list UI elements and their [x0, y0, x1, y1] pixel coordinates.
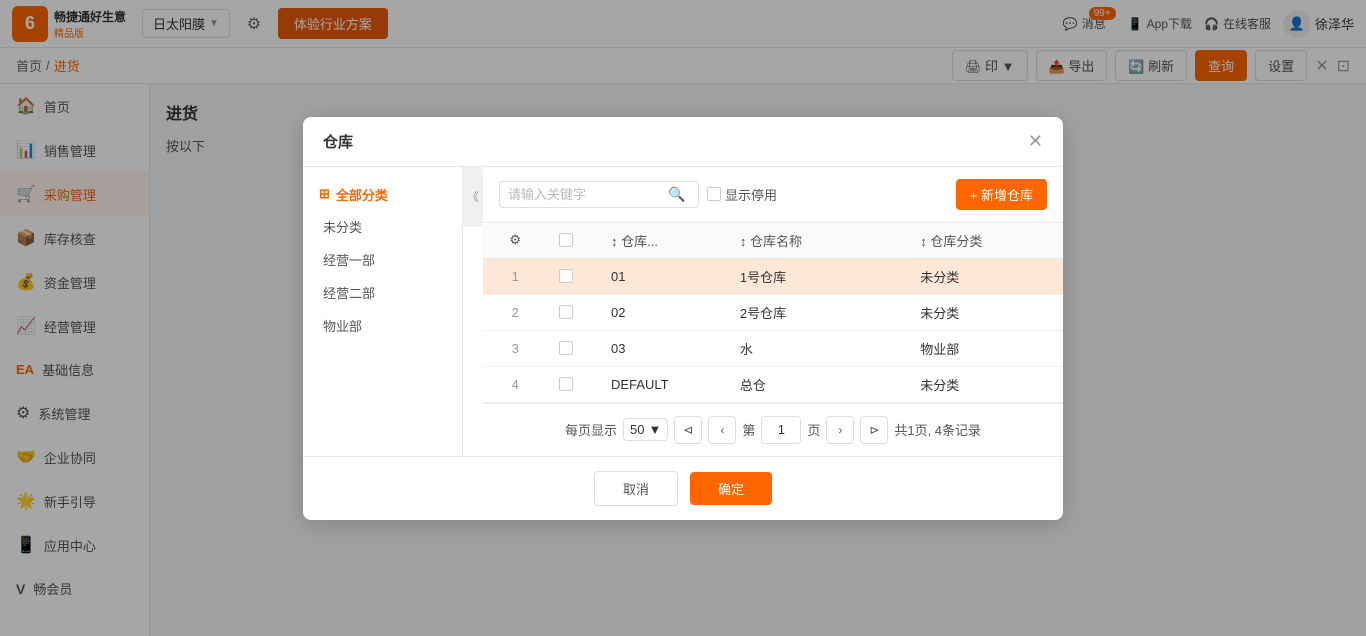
row-name-2: 2号仓库 — [728, 294, 908, 330]
collapse-panel-button[interactable]: 《 — [463, 167, 483, 227]
table-header-row: ⚙ ↕ 仓库... ↕ — [483, 223, 1063, 259]
sort-icon-code: ↕ — [611, 234, 618, 249]
last-page-button[interactable]: ⊳ — [860, 416, 888, 444]
sort-icon-category: ↕ — [920, 234, 927, 249]
row-cat-2: 未分类 — [908, 294, 1063, 330]
row-check-2[interactable] — [547, 294, 599, 330]
row-checkbox-2[interactable] — [559, 305, 573, 319]
row-num-2: 2 — [483, 294, 547, 330]
dialog-header: 仓库 ✕ — [303, 117, 1063, 167]
row-cat-4: 未分类 — [908, 366, 1063, 402]
table-row[interactable]: 3 03 水 物业部 — [483, 330, 1063, 366]
modal-overlay: 仓库 ✕ ⊞ 全部分类 未分类 经营一部 经营二部 — [0, 0, 1366, 636]
all-categories-item[interactable]: ⊞ 全部分类 — [311, 179, 454, 210]
category-item-unclassified[interactable]: 未分类 — [311, 210, 454, 243]
row-code-3: 03 — [599, 330, 728, 366]
category-label-property: 物业部 — [323, 319, 362, 334]
category-label-ops1: 经营一部 — [323, 253, 375, 268]
search-box: 🔍 — [499, 181, 699, 208]
search-input[interactable] — [508, 187, 668, 202]
th-name: ↕ 仓库名称 — [728, 223, 908, 259]
row-code-1: 01 — [599, 258, 728, 294]
row-code-4: DEFAULT — [599, 366, 728, 402]
show-disabled-text: 显示停用 — [725, 185, 777, 204]
page-label: 第 — [742, 420, 755, 439]
total-records-label: 共1页, 4条记录 — [894, 420, 981, 439]
category-label-unclassified: 未分类 — [323, 220, 362, 235]
th-code: ↕ 仓库... — [599, 223, 728, 259]
content-toolbar: 🔍 显示停用 + 新增仓库 — [483, 167, 1063, 223]
next-page-button[interactable]: › — [826, 416, 854, 444]
sort-icon-name: ↕ — [740, 234, 747, 249]
row-checkbox-4[interactable] — [559, 377, 573, 391]
row-checkbox-3[interactable] — [559, 341, 573, 355]
all-categories-label: 全部分类 — [336, 185, 388, 204]
row-num-3: 3 — [483, 330, 547, 366]
pagination: 每页显示 50 ▼ ⊲ ‹ 第 页 › ⊳ 共1页, 4条记录 — [483, 403, 1063, 456]
table-row[interactable]: 2 02 2号仓库 未分类 — [483, 294, 1063, 330]
category-item-ops1[interactable]: 经营一部 — [311, 243, 454, 276]
row-num-4: 4 — [483, 366, 547, 402]
category-item-ops2[interactable]: 经营二部 — [311, 276, 454, 309]
per-page-value: 50 — [630, 422, 644, 437]
select-all-checkbox[interactable] — [559, 233, 573, 247]
column-settings-icon[interactable]: ⚙ — [509, 232, 521, 247]
warehouse-dialog: 仓库 ✕ ⊞ 全部分类 未分类 经营一部 经营二部 — [303, 117, 1063, 520]
category-item-property[interactable]: 物业部 — [311, 309, 454, 342]
row-code-2: 02 — [599, 294, 728, 330]
row-cat-1: 未分类 — [908, 258, 1063, 294]
category-label-ops2: 经营二部 — [323, 286, 375, 301]
dialog-footer: 取消 确定 — [303, 456, 1063, 520]
th-settings: ⚙ — [483, 223, 547, 259]
first-page-button[interactable]: ⊲ — [674, 416, 702, 444]
per-page-select[interactable]: 50 ▼ — [623, 418, 668, 441]
row-check-3[interactable] — [547, 330, 599, 366]
confirm-button[interactable]: 确定 — [690, 472, 772, 505]
row-name-1: 1号仓库 — [728, 258, 908, 294]
dialog-title: 仓库 — [323, 131, 353, 152]
row-checkbox-1[interactable] — [559, 269, 573, 283]
per-page-label: 每页显示 — [565, 420, 617, 439]
row-num-1: 1 — [483, 258, 547, 294]
per-page-dropdown-icon: ▼ — [648, 422, 661, 437]
search-icon[interactable]: 🔍 — [668, 186, 685, 203]
page-number-input[interactable] — [761, 416, 801, 444]
row-check-4[interactable] — [547, 366, 599, 402]
cancel-button[interactable]: 取消 — [594, 471, 678, 506]
table-row[interactable]: 1 01 1号仓库 未分类 — [483, 258, 1063, 294]
add-warehouse-button[interactable]: + 新增仓库 — [956, 179, 1047, 210]
th-category: ↕ 仓库分类 — [908, 223, 1063, 259]
show-disabled-checkbox[interactable] — [707, 187, 721, 201]
row-name-3: 水 — [728, 330, 908, 366]
prev-page-button[interactable]: ‹ — [708, 416, 736, 444]
grid-icon: ⊞ — [319, 186, 330, 202]
dialog-close-button[interactable]: ✕ — [1028, 131, 1043, 152]
page-unit-label: 页 — [807, 420, 820, 439]
warehouse-table: ⚙ ↕ 仓库... ↕ — [483, 223, 1063, 403]
content-panel: 🔍 显示停用 + 新增仓库 ⚙ — [483, 167, 1063, 456]
warehouse-table-wrapper: ⚙ ↕ 仓库... ↕ — [483, 223, 1063, 403]
dialog-body: ⊞ 全部分类 未分类 经营一部 经营二部 物业部 《 — [303, 167, 1063, 456]
table-row[interactable]: 4 DEFAULT 总仓 未分类 — [483, 366, 1063, 402]
show-disabled-label[interactable]: 显示停用 — [707, 185, 777, 204]
category-panel: ⊞ 全部分类 未分类 经营一部 经营二部 物业部 — [303, 167, 463, 456]
row-cat-3: 物业部 — [908, 330, 1063, 366]
row-name-4: 总仓 — [728, 366, 908, 402]
row-check-1[interactable] — [547, 258, 599, 294]
th-checkbox — [547, 223, 599, 259]
